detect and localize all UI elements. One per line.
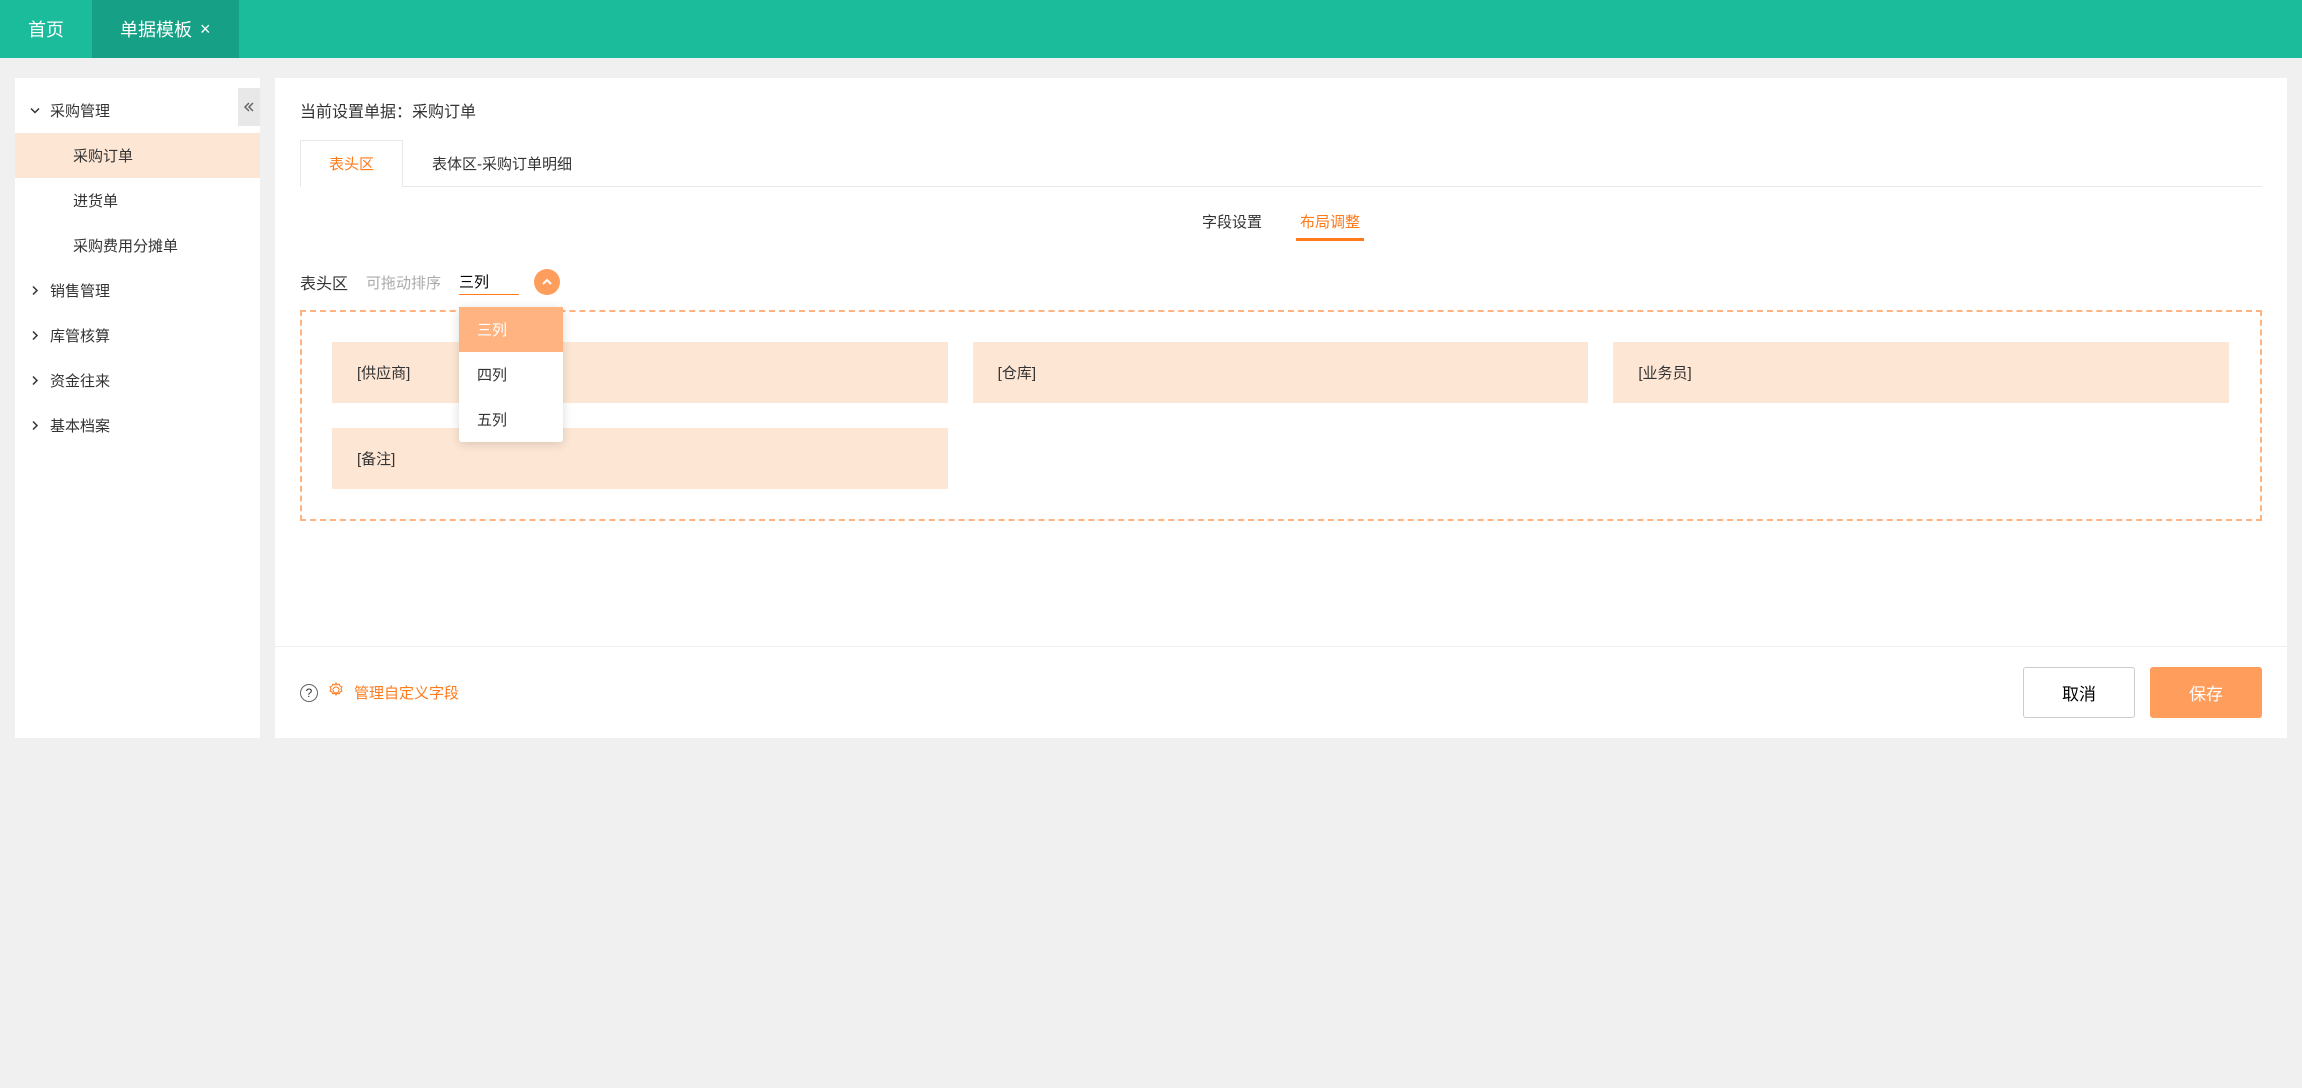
sidebar-group-inventory[interactable]: 库管核算 <box>15 313 260 358</box>
layout-header: 表头区 可拖动排序 三列 四列 五列 <box>300 259 2262 310</box>
tab-label: 字段设置 <box>1202 214 1262 231</box>
sidebar-item-receipt[interactable]: 进货单 <box>15 178 260 223</box>
layout-hint: 可拖动排序 <box>366 272 441 293</box>
sidebar-item-cost-allocation[interactable]: 采购费用分摊单 <box>15 223 260 268</box>
tab-label: 表体区-采购订单明细 <box>432 156 572 173</box>
tab-label: 首页 <box>28 16 64 42</box>
sidebar-group-purchase[interactable]: 采购管理 <box>15 88 260 133</box>
header-tabs: 首页 单据模板 × <box>0 0 2302 58</box>
sidebar: 采购管理 采购订单 进货单 采购费用分摊单 销售管理 库管核算 <box>15 78 260 738</box>
chevron-up-icon <box>541 276 553 288</box>
chevron-right-icon <box>30 282 40 299</box>
sub-tab-field-settings[interactable]: 字段设置 <box>1198 205 1266 241</box>
option-label: 三列 <box>477 322 507 339</box>
footer-left: ? 管理自定义字段 <box>300 682 459 703</box>
tab-label: 布局调整 <box>1300 214 1360 231</box>
chevron-down-icon <box>30 102 40 119</box>
column-select-wrapper: 三列 四列 五列 <box>459 269 560 295</box>
dropdown-toggle-button[interactable] <box>534 269 560 295</box>
chevron-right-icon <box>30 372 40 389</box>
close-icon[interactable]: × <box>200 19 211 40</box>
chevron-right-icon <box>30 417 40 434</box>
tab-label: 单据模板 <box>120 16 192 42</box>
region-tab-header[interactable]: 表头区 <box>300 140 403 187</box>
column-select[interactable] <box>459 269 560 295</box>
region-tabs: 表头区 表体区-采购订单明细 <box>300 140 2262 187</box>
column-dropdown-list: 三列 四列 五列 <box>459 307 563 442</box>
layout-title: 表头区 <box>300 270 348 294</box>
sidebar-group-finance[interactable]: 资金往来 <box>15 358 260 403</box>
group-label: 销售管理 <box>50 283 110 300</box>
field-supplier[interactable]: [供应商] <box>332 342 948 403</box>
field-label: [供应商] <box>357 365 410 382</box>
group-label: 基本档案 <box>50 418 110 435</box>
cancel-button[interactable]: 取消 <box>2023 667 2135 718</box>
item-label: 采购费用分摊单 <box>73 238 178 255</box>
field-salesperson[interactable]: [业务员] <box>1613 342 2229 403</box>
region-tab-body[interactable]: 表体区-采购订单明细 <box>403 140 601 186</box>
help-icon[interactable]: ? <box>300 684 318 702</box>
field-label: [备注] <box>357 451 395 468</box>
field-label: [业务员] <box>1638 365 1691 382</box>
header-tab-home[interactable]: 首页 <box>0 0 92 58</box>
item-label: 采购订单 <box>73 148 133 165</box>
save-button[interactable]: 保存 <box>2150 667 2262 718</box>
footer-right: 取消 保存 <box>2023 667 2262 718</box>
group-label: 库管核算 <box>50 328 110 345</box>
dropdown-option-three[interactable]: 三列 <box>459 307 563 352</box>
dropdown-option-five[interactable]: 五列 <box>459 397 563 442</box>
tab-label: 表头区 <box>329 156 374 173</box>
item-label: 进货单 <box>73 193 118 210</box>
option-label: 四列 <box>477 367 507 384</box>
option-label: 五列 <box>477 412 507 429</box>
dropdown-option-four[interactable]: 四列 <box>459 352 563 397</box>
breadcrumb-prefix: 当前设置单据： <box>300 104 412 121</box>
sub-tabs: 字段设置 布局调整 <box>300 187 2262 259</box>
field-label: [仓库] <box>998 365 1036 382</box>
gear-icon <box>328 682 344 703</box>
chevron-right-icon <box>30 327 40 344</box>
field-remark[interactable]: [备注] <box>332 428 948 489</box>
footer: ? 管理自定义字段 取消 保存 <box>275 646 2287 738</box>
field-warehouse[interactable]: [仓库] <box>973 342 1589 403</box>
breadcrumb-value: 采购订单 <box>412 104 476 121</box>
header-tab-template[interactable]: 单据模板 × <box>92 0 239 58</box>
sidebar-group-basic[interactable]: 基本档案 <box>15 403 260 448</box>
content-area: 当前设置单据：采购订单 表头区 表体区-采购订单明细 字段设置 布局调整 表头区… <box>275 78 2287 738</box>
fields-area: [供应商] [仓库] [业务员] [备注] <box>300 310 2262 521</box>
sub-tab-layout-adjust[interactable]: 布局调整 <box>1296 205 1364 241</box>
group-label: 采购管理 <box>50 103 110 120</box>
group-label: 资金往来 <box>50 373 110 390</box>
breadcrumb: 当前设置单据：采购订单 <box>300 98 2262 122</box>
column-input[interactable] <box>459 269 519 295</box>
sidebar-item-purchase-order[interactable]: 采购订单 <box>15 133 260 178</box>
manage-custom-fields-link[interactable]: 管理自定义字段 <box>354 682 459 703</box>
sidebar-group-sales[interactable]: 销售管理 <box>15 268 260 313</box>
